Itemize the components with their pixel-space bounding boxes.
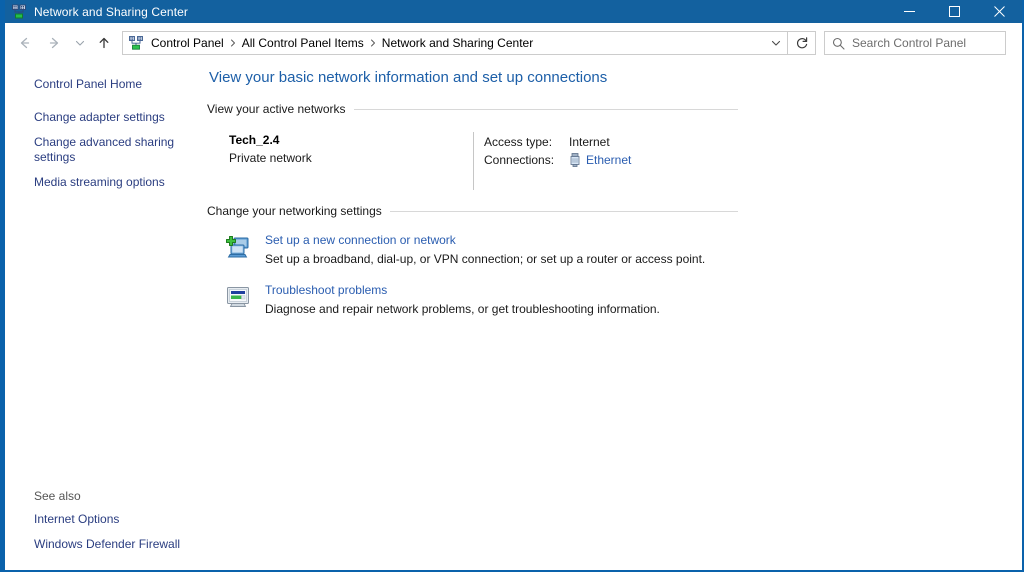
forward-button[interactable] — [43, 28, 67, 58]
sidebar-item-change-advanced-sharing-settings[interactable]: Change advanced sharing settings — [34, 133, 195, 167]
connections-label: Connections: — [484, 153, 555, 167]
network-sharing-icon — [11, 4, 27, 20]
minimize-button[interactable] — [887, 0, 932, 23]
up-button[interactable] — [93, 28, 115, 58]
close-button[interactable] — [977, 0, 1022, 23]
network-identity: Tech_2.4 Private network — [209, 132, 473, 190]
section-divider — [353, 108, 738, 110]
search-icon — [832, 37, 845, 50]
setting-item-new-connection[interactable]: Set up a new connection or network Set u… — [209, 232, 1022, 268]
sidebar: Control Panel Home Change adapter settin… — [5, 63, 207, 570]
access-type-row: Access type: Internet — [484, 133, 631, 151]
back-button[interactable] — [12, 28, 36, 58]
ethernet-icon — [569, 153, 581, 167]
recent-locations-button[interactable] — [72, 28, 88, 58]
sidebar-item-control-panel-home[interactable]: Control Panel Home — [34, 75, 195, 94]
navigation-toolbar: Control Panel All Control Panel Items Ne… — [5, 23, 1022, 63]
access-type-value: Internet — [569, 135, 610, 149]
window-controls — [887, 0, 1022, 23]
setting-description: Set up a broadband, dial-up, or VPN conn… — [265, 252, 706, 266]
breadcrumb-item-control-panel[interactable]: Control Panel — [147, 32, 228, 54]
networking-settings-list: Set up a new connection or network Set u… — [209, 232, 1022, 318]
access-type-label: Access type: — [484, 135, 553, 149]
see-also-title: See also — [34, 489, 81, 503]
network-type: Private network — [229, 151, 312, 165]
network-properties: Access type: Internet Connections: Ether… — [474, 132, 631, 190]
address-bar[interactable]: Control Panel All Control Panel Items Ne… — [122, 31, 788, 55]
control-panel-icon — [128, 35, 144, 51]
networking-settings-header: Change your networking settings — [207, 204, 738, 218]
chevron-down-icon[interactable] — [765, 32, 787, 54]
setting-link-set-up-new-connection[interactable]: Set up a new connection or network — [265, 232, 705, 249]
active-network-entry: Tech_2.4 Private network Access type: In… — [209, 132, 1022, 190]
breadcrumb-separator[interactable] — [368, 38, 378, 48]
maximize-button[interactable] — [932, 0, 977, 23]
active-networks-label: View your active networks — [207, 102, 346, 116]
connections-link-ethernet[interactable]: Ethernet — [586, 151, 631, 169]
sidebar-item-media-streaming-options[interactable]: Media streaming options — [34, 173, 195, 192]
section-divider — [389, 210, 738, 212]
networking-settings-label: Change your networking settings — [207, 204, 382, 218]
setting-body: Troubleshoot problems Diagnose and repai… — [255, 282, 660, 318]
sidebar-item-change-adapter-settings[interactable]: Change adapter settings — [34, 108, 195, 127]
setting-body: Set up a new connection or network Set u… — [255, 232, 705, 268]
new-connection-icon — [209, 232, 255, 268]
breadcrumb-separator[interactable] — [228, 38, 238, 48]
troubleshoot-icon — [209, 282, 255, 318]
network-name: Tech_2.4 — [229, 133, 280, 147]
page-title: View your basic network information and … — [209, 69, 608, 86]
connections-row: Connections: Ethernet — [484, 151, 631, 169]
search-input[interactable] — [852, 36, 992, 50]
active-networks-header: View your active networks — [207, 102, 738, 116]
setting-item-troubleshoot[interactable]: Troubleshoot problems Diagnose and repai… — [209, 282, 1022, 318]
window-title: Network and Sharing Center — [34, 4, 189, 19]
main-pane: View your basic network information and … — [207, 63, 1022, 570]
network-sharing-center-window: Network and Sharing Center Control Panel… — [0, 0, 1024, 572]
title-bar: Network and Sharing Center — [5, 0, 1022, 23]
setting-description: Diagnose and repair network problems, or… — [265, 302, 660, 316]
search-box[interactable] — [824, 31, 1006, 55]
breadcrumb-item-network-and-sharing-center[interactable]: Network and Sharing Center — [378, 32, 537, 54]
see-also-item-internet-options[interactable]: Internet Options — [34, 510, 195, 529]
see-also-item-windows-defender-firewall[interactable]: Windows Defender Firewall — [34, 535, 195, 554]
refresh-button[interactable] — [788, 31, 816, 55]
content-area: Control Panel Home Change adapter settin… — [5, 63, 1022, 570]
breadcrumb-item-all-control-panel-items[interactable]: All Control Panel Items — [238, 32, 368, 54]
see-also-section: See also Internet Options Windows Defend… — [5, 489, 207, 560]
setting-link-troubleshoot-problems[interactable]: Troubleshoot problems — [265, 282, 660, 299]
